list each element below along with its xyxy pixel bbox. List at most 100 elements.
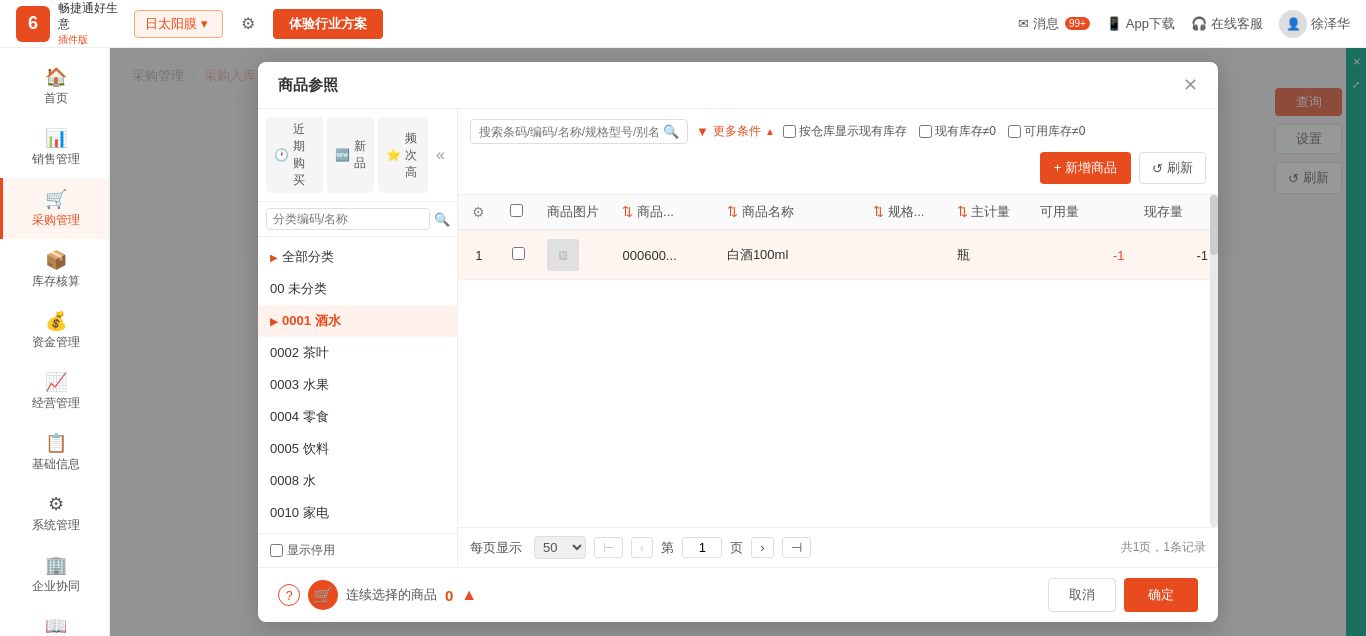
tab-recent-purchase[interactable]: 🕐 近期购买 <box>266 117 323 193</box>
app-label: App下载 <box>1126 15 1175 33</box>
tab-frequent[interactable]: ⭐ 频次高 <box>378 117 428 193</box>
sidebar-item-inventory[interactable]: 📦 库存核算 <box>0 239 109 300</box>
cat-item-0004[interactable]: 0004 零食 <box>258 401 457 433</box>
nonzero-filter-label[interactable]: 现有库存≠0 <box>919 123 996 140</box>
ops-icon: 📈 <box>45 371 67 393</box>
row-checkbox[interactable] <box>512 247 525 260</box>
sidebar-label-purchase: 采购管理 <box>32 212 80 229</box>
sidebar-item-finance[interactable]: 💰 资金管理 <box>0 300 109 361</box>
confirm-button[interactable]: 确定 <box>1124 578 1198 612</box>
filter-button[interactable]: ▼ 更多条件 ▲ <box>696 123 775 140</box>
show-disabled-label[interactable]: 显示停用 <box>287 542 335 559</box>
sort-icon-code[interactable]: ⇅ <box>622 204 633 219</box>
sidebar-label-system: 系统管理 <box>32 517 80 534</box>
show-disabled-checkbox[interactable] <box>270 544 283 557</box>
modal-overlay: 商品参照 ✕ 🕐 近期购买 🆕 <box>110 48 1366 636</box>
settings-nav-button[interactable]: ⚙ <box>231 8 265 39</box>
message-icon: ✉ <box>1018 16 1029 31</box>
cart-count: 0 <box>445 587 453 604</box>
sidebar: 🏠 首页 📊 销售管理 🛒 采购管理 📦 库存核算 💰 资金管理 📈 经营管理 … <box>0 48 110 636</box>
cat-item-0001[interactable]: ▶ 0001 酒水 <box>258 305 457 337</box>
collapse-cart-button[interactable]: ▲ <box>461 586 477 604</box>
headset-icon: 🎧 <box>1191 16 1207 31</box>
warehouse-filter-label[interactable]: 按仓库显示现有库存 <box>783 123 907 140</box>
prev-page-button[interactable]: ‹ <box>631 537 653 558</box>
table-scrollbar[interactable] <box>1210 195 1218 527</box>
trial-button[interactable]: 体验行业方案 <box>273 9 383 39</box>
product-reference-modal: 商品参照 ✕ 🕐 近期购买 🆕 <box>258 62 1218 622</box>
category-tabs: 🕐 近期购买 🆕 新品 ⭐ 频次高 « <box>258 109 457 202</box>
sort-icon-unit[interactable]: ⇅ <box>957 204 968 219</box>
sidebar-label-ops: 经营管理 <box>32 395 80 412</box>
cat-item-00[interactable]: 00 未分类 <box>258 273 457 305</box>
messages-label: 消息 <box>1033 15 1059 33</box>
home-icon: 🏠 <box>45 66 67 88</box>
cat-item-0008[interactable]: 0008 水 <box>258 465 457 497</box>
nav-right-area: ✉ 消息 99+ 📱 App下载 🎧 在线客服 👤 徐泽华 <box>1018 10 1350 38</box>
toolbar-actions: + 新增商品 ↺ 刷新 <box>1040 152 1206 184</box>
cancel-button[interactable]: 取消 <box>1048 578 1116 612</box>
scrollbar-thumb <box>1210 195 1218 255</box>
cart-icon[interactable]: 🛒 <box>308 580 338 610</box>
available-filter-checkbox[interactable] <box>1008 125 1021 138</box>
table-header: ⚙ 商品图片 <box>458 195 1218 230</box>
sort-icon-spec[interactable]: ⇅ <box>873 204 884 219</box>
cat-item-0002[interactable]: 0002 茶叶 <box>258 337 457 369</box>
sidebar-item-purchase[interactable]: 🛒 采购管理 <box>0 178 109 239</box>
logo-area: 6 畅捷通好生意 插件版 <box>16 1 126 45</box>
help-button[interactable]: ? <box>278 584 300 606</box>
cat-item-all[interactable]: ▶ 全部分类 <box>258 241 457 273</box>
store-selector[interactable]: 日太阳膜 ▾ <box>134 10 223 38</box>
sales-icon: 📊 <box>45 127 67 149</box>
column-settings-button[interactable]: ⚙ <box>472 204 485 220</box>
product-search-box: 🔍 <box>470 119 688 144</box>
star-icon: ⭐ <box>386 148 401 162</box>
category-search-input[interactable] <box>266 208 430 230</box>
sidebar-item-guide[interactable]: 📖 新手引导 <box>0 605 109 636</box>
sidebar-label-finance: 资金管理 <box>32 334 80 351</box>
sidebar-item-sales[interactable]: 📊 销售管理 <box>0 117 109 178</box>
collapse-panel-button[interactable]: « <box>432 117 449 193</box>
cat-item-0010[interactable]: 0010 家电 <box>258 497 457 529</box>
cat-item-0003[interactable]: 0003 水果 <box>258 369 457 401</box>
current-page-input[interactable] <box>682 537 722 558</box>
sidebar-item-system[interactable]: ⚙ 系统管理 <box>0 483 109 544</box>
sidebar-item-enterprise[interactable]: 🏢 企业协同 <box>0 544 109 605</box>
product-table-wrap: ⚙ 商品图片 <box>458 195 1218 527</box>
inventory-icon: 📦 <box>45 249 67 271</box>
user-profile[interactable]: 👤 徐泽华 <box>1279 10 1350 38</box>
th-name: ⇅ 商品名称 <box>717 195 863 230</box>
system-icon: ⚙ <box>48 493 64 515</box>
cat-search-icon[interactable]: 🔍 <box>434 212 450 227</box>
next-page-button[interactable]: › <box>751 537 773 558</box>
app-download-link[interactable]: 📱 App下载 <box>1106 15 1175 33</box>
messages-link[interactable]: ✉ 消息 99+ <box>1018 15 1090 33</box>
recent-icon: 🕐 <box>274 148 289 162</box>
warehouse-filter-checkbox[interactable] <box>783 125 796 138</box>
sidebar-item-ops[interactable]: 📈 经营管理 <box>0 361 109 422</box>
product-search-icon[interactable]: 🔍 <box>663 124 679 139</box>
nonzero-filter-checkbox[interactable] <box>919 125 932 138</box>
sidebar-item-home[interactable]: 🏠 首页 <box>0 56 109 117</box>
phone-icon: 📱 <box>1106 16 1122 31</box>
select-all-checkbox[interactable] <box>510 204 523 217</box>
add-product-button[interactable]: + 新增商品 <box>1040 152 1131 184</box>
tab-new-product[interactable]: 🆕 新品 <box>327 117 374 193</box>
category-search-area: 🔍 <box>258 202 457 237</box>
basic-icon: 📋 <box>45 432 67 454</box>
first-page-button[interactable]: ⊢ <box>594 537 623 558</box>
table-row[interactable]: 1 🖼 000600... 白酒100ml <box>458 230 1218 280</box>
product-search-input[interactable] <box>479 125 659 139</box>
filter-up-icon: ▲ <box>765 126 775 137</box>
avatar: 👤 <box>1279 10 1307 38</box>
modal-close-button[interactable]: ✕ <box>1183 74 1198 96</box>
product-image: 🖼 <box>547 239 579 271</box>
available-filter-label[interactable]: 可用库存≠0 <box>1008 123 1085 140</box>
page-size-select[interactable]: 50 10 20 100 <box>534 536 586 559</box>
cat-item-0005[interactable]: 0005 饮料 <box>258 433 457 465</box>
service-link[interactable]: 🎧 在线客服 <box>1191 15 1263 33</box>
last-page-button[interactable]: ⊣ <box>782 537 811 558</box>
refresh-button[interactable]: ↺ 刷新 <box>1139 152 1206 184</box>
sort-icon-name[interactable]: ⇅ <box>727 204 738 219</box>
sidebar-item-basic[interactable]: 📋 基础信息 <box>0 422 109 483</box>
